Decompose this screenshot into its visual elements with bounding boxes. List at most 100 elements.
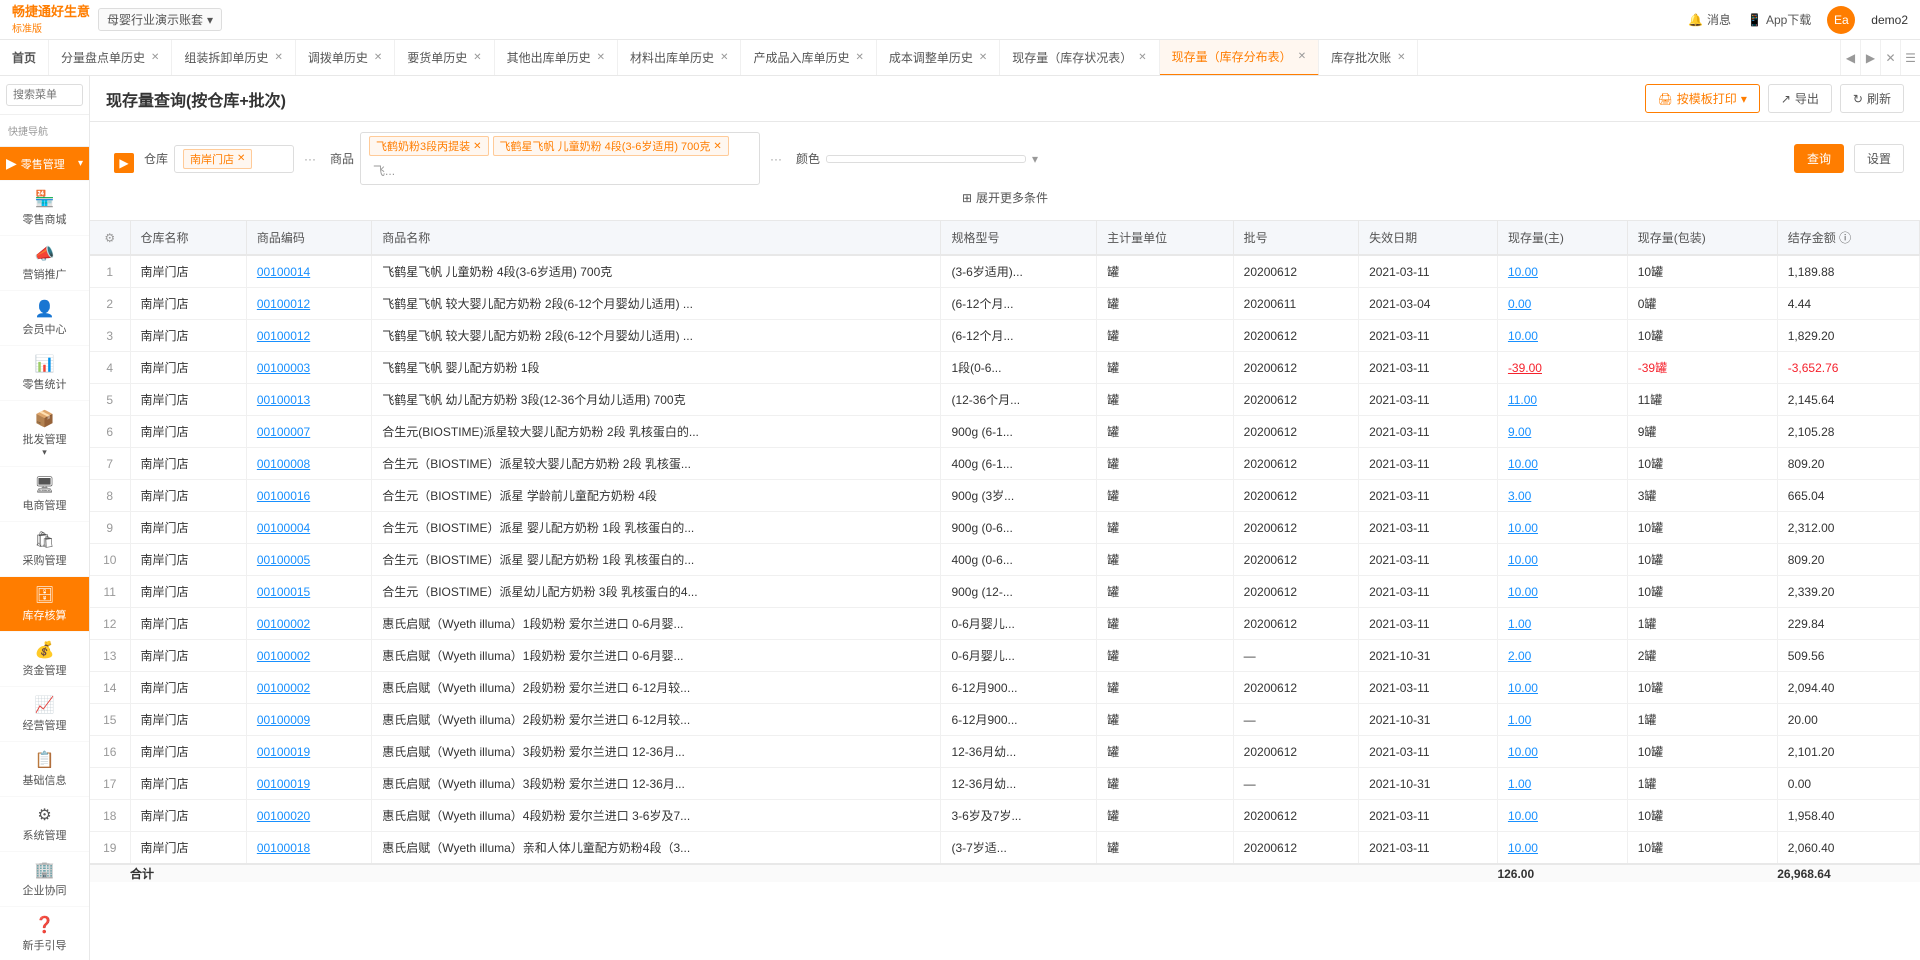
tab-home[interactable]: 首页 (0, 40, 49, 76)
tab-diao-bo[interactable]: 调拨单历史 ✕ (296, 40, 395, 76)
sidebar-item-mktg[interactable]: 📣 营销推广 (0, 236, 89, 291)
org-selector[interactable]: 母婴行业演示账套 ▾ (98, 8, 222, 31)
cell-code[interactable]: 00100007 (246, 416, 371, 448)
nav-prev[interactable]: ◀ (1840, 40, 1860, 76)
close-icon[interactable]: ✕ (473, 52, 481, 63)
cell-code[interactable]: 00100019 (246, 768, 371, 800)
cell-code[interactable]: 00100004 (246, 512, 371, 544)
remove-product-tag-1[interactable]: ✕ (473, 141, 481, 152)
cell-code[interactable]: 00100002 (246, 640, 371, 672)
sidebar-item-finance[interactable]: 💰 资金管理 (0, 632, 89, 687)
cell-stock-main[interactable]: 1.00 (1497, 608, 1627, 640)
close-icon[interactable]: ✕ (1298, 51, 1306, 62)
tab-stock-status[interactable]: 现存量（库存状况表） ✕ (1000, 40, 1159, 76)
avatar[interactable]: Ea (1827, 6, 1855, 34)
search-input[interactable] (6, 84, 83, 106)
sidebar-item-operation[interactable]: 📈 经营管理 (0, 687, 89, 742)
close-icon[interactable]: ✕ (720, 52, 728, 63)
gear-icon[interactable]: ⚙ (104, 231, 115, 245)
message-btn[interactable]: 🔔 消息 (1688, 11, 1731, 28)
cell-code[interactable]: 00100018 (246, 832, 371, 865)
close-icon[interactable]: ✕ (274, 52, 282, 63)
cell-stock-main[interactable]: 10.00 (1497, 576, 1627, 608)
cell-stock-main[interactable]: 0.00 (1497, 288, 1627, 320)
remove-warehouse-tag[interactable]: ✕ (237, 153, 245, 164)
cell-code[interactable]: 00100014 (246, 255, 371, 288)
close-icon[interactable]: ✕ (1397, 52, 1405, 63)
cell-stock-main[interactable]: 3.00 (1497, 480, 1627, 512)
close-icon[interactable]: ✕ (855, 52, 863, 63)
sidebar-item-system[interactable]: ⚙ 系统管理 (0, 797, 89, 852)
sidebar-item-retail-mgmt[interactable]: ▶ 零售管理 ▾ (0, 147, 89, 181)
tab-cost-adj[interactable]: 成本调整单历史 ✕ (877, 40, 1000, 76)
cell-stock-main[interactable]: 10.00 (1497, 320, 1627, 352)
cell-stock-main[interactable]: 10.00 (1497, 832, 1627, 865)
sidebar-item-ecom[interactable]: 🖥 电商管理 (0, 467, 89, 522)
tab-batch[interactable]: 库存批次账 ✕ (1319, 40, 1418, 76)
cell-code[interactable]: 00100015 (246, 576, 371, 608)
sidebar-item-member[interactable]: 👤 会员中心 (0, 291, 89, 346)
user-name[interactable]: demo2 (1871, 13, 1908, 27)
cell-stock-main[interactable]: 10.00 (1497, 672, 1627, 704)
tab-stock-dist[interactable]: 现存量（库存分布表） ✕ (1160, 40, 1319, 76)
query-btn[interactable]: 查询 (1794, 144, 1844, 173)
cell-code[interactable]: 00100003 (246, 352, 371, 384)
cell-code[interactable]: 00100005 (246, 544, 371, 576)
print-btn[interactable]: 🖨 按模板打印 ▾ (1645, 84, 1760, 113)
cell-stock-main[interactable]: 1.00 (1497, 704, 1627, 736)
product-ellipsis[interactable]: ··· (766, 150, 786, 168)
expand-more-conditions[interactable]: ⊞ 展开更多条件 (106, 185, 1904, 210)
cell-stock-main[interactable]: 1.00 (1497, 768, 1627, 800)
cell-code[interactable]: 00100019 (246, 736, 371, 768)
cell-stock-main[interactable]: 10.00 (1497, 512, 1627, 544)
cell-stock-main[interactable]: 10.00 (1497, 255, 1627, 288)
tab-zu-chai[interactable]: 组装拆卸单历史 ✕ (172, 40, 295, 76)
tab-fen-pan[interactable]: 分量盘点单历史 ✕ (49, 40, 172, 76)
cell-stock-main[interactable]: 10.00 (1497, 544, 1627, 576)
cell-code[interactable]: 00100009 (246, 704, 371, 736)
cell-code[interactable]: 00100013 (246, 384, 371, 416)
cell-code[interactable]: 00100008 (246, 448, 371, 480)
tab-yao-huo[interactable]: 要货单历史 ✕ (395, 40, 494, 76)
tab-product-in[interactable]: 产成品入库单历史 ✕ (741, 40, 876, 76)
nav-close-tab[interactable]: ✕ (1880, 40, 1900, 76)
warehouse-tag-group[interactable]: 南岸门店 ✕ (174, 145, 294, 173)
sidebar-item-retail-mall[interactable]: 🏪 零售商城 (0, 181, 89, 236)
product-tag-group[interactable]: 飞鹤奶粉3段丙提装 ✕ 飞鹤星飞帆 儿童奶粉 4段(3-6岁适用) 700克 ✕… (360, 132, 760, 185)
cell-code[interactable]: 00100002 (246, 608, 371, 640)
export-btn[interactable]: ↗ 导出 (1768, 84, 1832, 113)
settings-btn[interactable]: 设置 (1854, 144, 1904, 173)
cell-stock-main[interactable]: 9.00 (1497, 416, 1627, 448)
tab-other-out[interactable]: 其他出库单历史 ✕ (495, 40, 618, 76)
sidebar-item-guide[interactable]: ❓ 新手引导 (0, 907, 89, 960)
refresh-btn[interactable]: ↻ 刷新 (1840, 84, 1904, 113)
cell-stock-main[interactable]: 10.00 (1497, 800, 1627, 832)
product-more[interactable]: 飞... (369, 160, 399, 181)
cell-code[interactable]: 00100002 (246, 672, 371, 704)
color-tag-group[interactable] (826, 155, 1026, 163)
cell-code[interactable]: 00100012 (246, 288, 371, 320)
remove-product-tag-2[interactable]: ✕ (713, 141, 721, 152)
cell-code[interactable]: 00100020 (246, 800, 371, 832)
cell-code[interactable]: 00100012 (246, 320, 371, 352)
sidebar-item-inventory[interactable]: 🗄 库存核算 (0, 577, 89, 632)
app-download-btn[interactable]: 📱 App下载 (1747, 11, 1811, 28)
cell-stock-main[interactable]: 2.00 (1497, 640, 1627, 672)
sidebar-item-purchase[interactable]: 🛍 采购管理 (0, 522, 89, 577)
cell-stock-main[interactable]: 10.00 (1497, 736, 1627, 768)
expand-filter-btn[interactable]: ▶ (114, 153, 134, 173)
tab-material-out[interactable]: 材料出库单历史 ✕ (618, 40, 741, 76)
cell-stock-main[interactable]: 10.00 (1497, 448, 1627, 480)
sidebar-item-wholesale[interactable]: 📦 批发管理 ▾ (0, 401, 89, 467)
nav-menu[interactable]: ☰ (1900, 40, 1920, 76)
close-icon[interactable]: ✕ (597, 52, 605, 63)
warehouse-more[interactable]: ··· (300, 150, 320, 168)
close-icon[interactable]: ✕ (374, 52, 382, 63)
sidebar-item-enterprise[interactable]: 🏢 企业协同 (0, 852, 89, 907)
close-icon[interactable]: ✕ (1138, 52, 1146, 63)
cell-stock-main[interactable]: 11.00 (1497, 384, 1627, 416)
close-icon[interactable]: ✕ (151, 52, 159, 63)
sidebar-item-base[interactable]: 📋 基础信息 (0, 742, 89, 797)
cell-code[interactable]: 00100016 (246, 480, 371, 512)
close-icon[interactable]: ✕ (979, 52, 987, 63)
